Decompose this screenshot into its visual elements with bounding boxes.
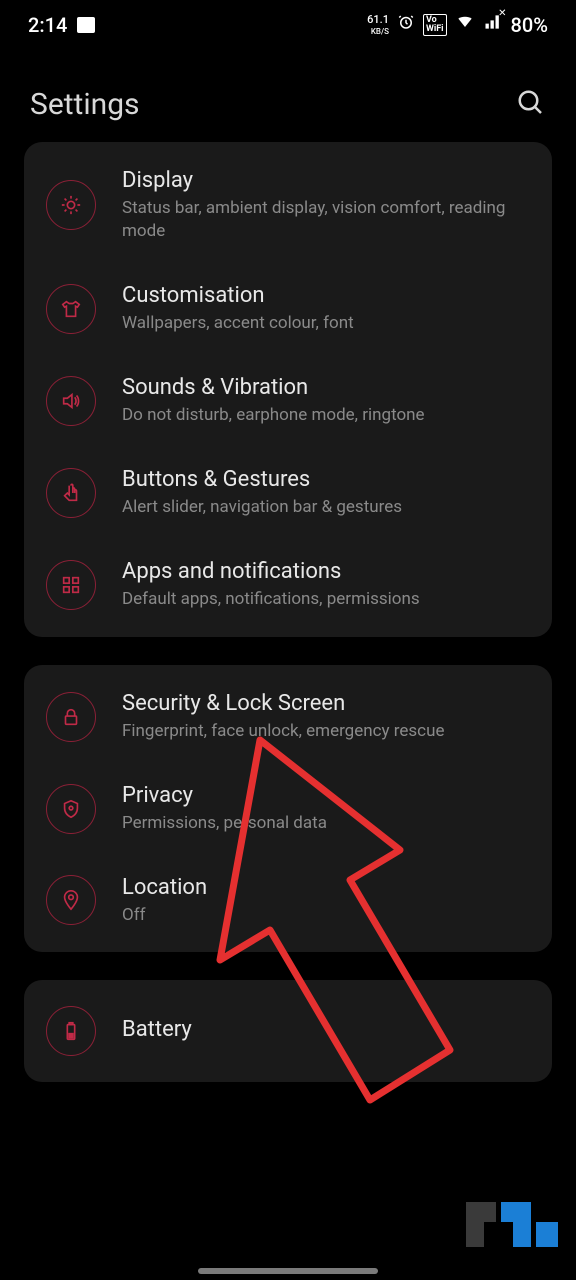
settings-row-apps[interactable]: Apps and notifications Default apps, not…	[24, 539, 552, 631]
settings-row-sounds[interactable]: Sounds & Vibration Do not disturb, earph…	[24, 355, 552, 447]
row-title: Sounds & Vibration	[122, 375, 530, 400]
page-title: Settings	[30, 87, 140, 122]
settings-row-security[interactable]: Security & Lock Screen Fingerprint, face…	[24, 671, 552, 763]
picture-icon	[77, 17, 95, 33]
signal-icon: ✕	[483, 12, 503, 37]
vowifi-icon: VoWiFi	[423, 14, 447, 36]
settings-row-customisation[interactable]: Customisation Wallpapers, accent colour,…	[24, 263, 552, 355]
row-title: Battery	[122, 1017, 530, 1042]
row-title: Buttons & Gestures	[122, 467, 530, 492]
settings-row-location[interactable]: Location Off	[24, 855, 552, 947]
row-subtitle: Do not disturb, earphone mode, ringtone	[122, 404, 530, 427]
row-title: Customisation	[122, 283, 530, 308]
privacy-icon	[46, 784, 96, 834]
gesture-icon	[46, 468, 96, 518]
settings-group-1: Display Status bar, ambient display, vis…	[24, 142, 552, 637]
location-icon	[46, 875, 96, 925]
row-subtitle: Wallpapers, accent colour, font	[122, 312, 530, 335]
search-icon[interactable]	[516, 88, 546, 122]
network-speed: 61.1KB/S	[367, 14, 389, 36]
settings-group-2: Security & Lock Screen Fingerprint, face…	[24, 665, 552, 953]
alarm-icon	[397, 13, 415, 36]
row-title: Security & Lock Screen	[122, 691, 530, 716]
row-subtitle: Off	[122, 904, 530, 927]
row-title: Display	[122, 168, 530, 193]
navigation-bar-handle[interactable]	[198, 1268, 378, 1274]
settings-header: Settings	[0, 45, 576, 142]
row-subtitle: Fingerprint, face unlock, emergency resc…	[122, 720, 530, 743]
battery-percent: 80%	[511, 13, 548, 37]
settings-row-display[interactable]: Display Status bar, ambient display, vis…	[24, 148, 552, 263]
row-subtitle: Alert slider, navigation bar & gestures	[122, 496, 530, 519]
row-title: Location	[122, 875, 530, 900]
lock-icon	[46, 692, 96, 742]
watermark-logo	[456, 1192, 566, 1262]
apps-icon	[46, 560, 96, 610]
sound-icon	[46, 376, 96, 426]
settings-group-3: Battery	[24, 980, 552, 1082]
row-subtitle: Status bar, ambient display, vision comf…	[122, 197, 530, 243]
shirt-icon	[46, 284, 96, 334]
settings-row-privacy[interactable]: Privacy Permissions, personal data	[24, 763, 552, 855]
wifi-icon	[455, 12, 475, 37]
row-title: Privacy	[122, 783, 530, 808]
battery-icon	[46, 1006, 96, 1056]
row-title: Apps and notifications	[122, 559, 530, 584]
row-subtitle: Default apps, notifications, permissions	[122, 588, 530, 611]
brightness-icon	[46, 180, 96, 230]
settings-row-battery[interactable]: Battery	[24, 986, 552, 1076]
settings-row-buttons[interactable]: Buttons & Gestures Alert slider, navigat…	[24, 447, 552, 539]
status-time: 2:14	[28, 13, 67, 37]
status-bar: 2:14 61.1KB/S VoWiFi ✕ 80%	[0, 0, 576, 45]
row-subtitle: Permissions, personal data	[122, 812, 530, 835]
